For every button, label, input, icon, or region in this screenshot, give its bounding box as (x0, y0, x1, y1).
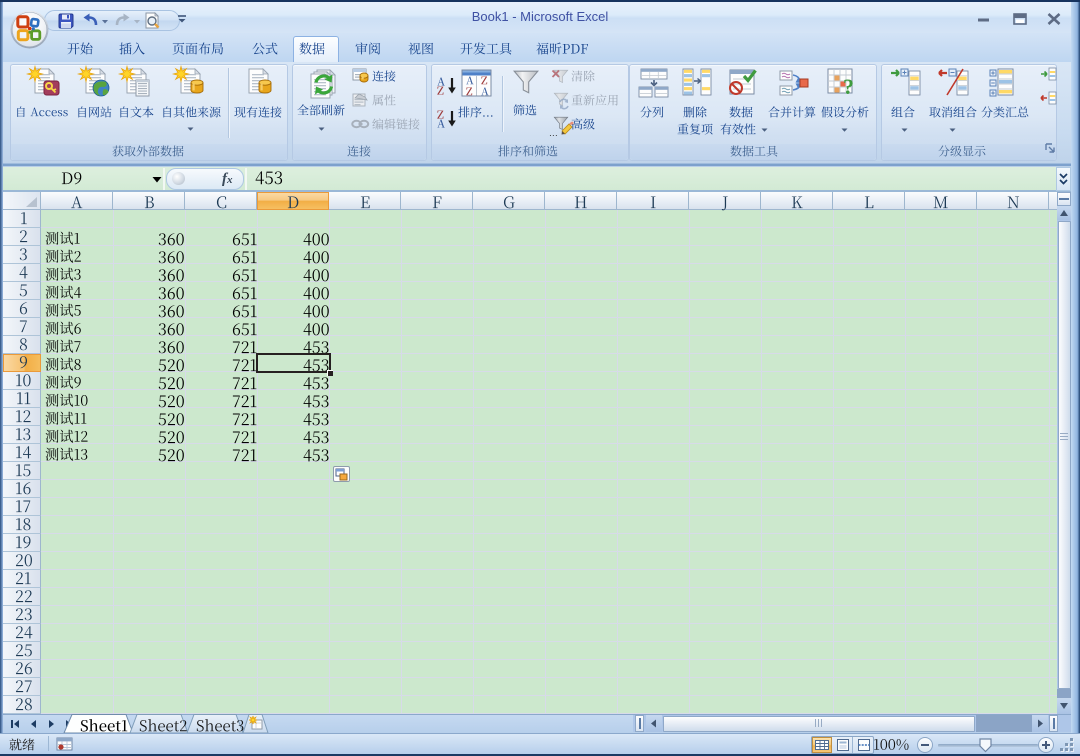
svg-text:?: ? (843, 74, 854, 99)
